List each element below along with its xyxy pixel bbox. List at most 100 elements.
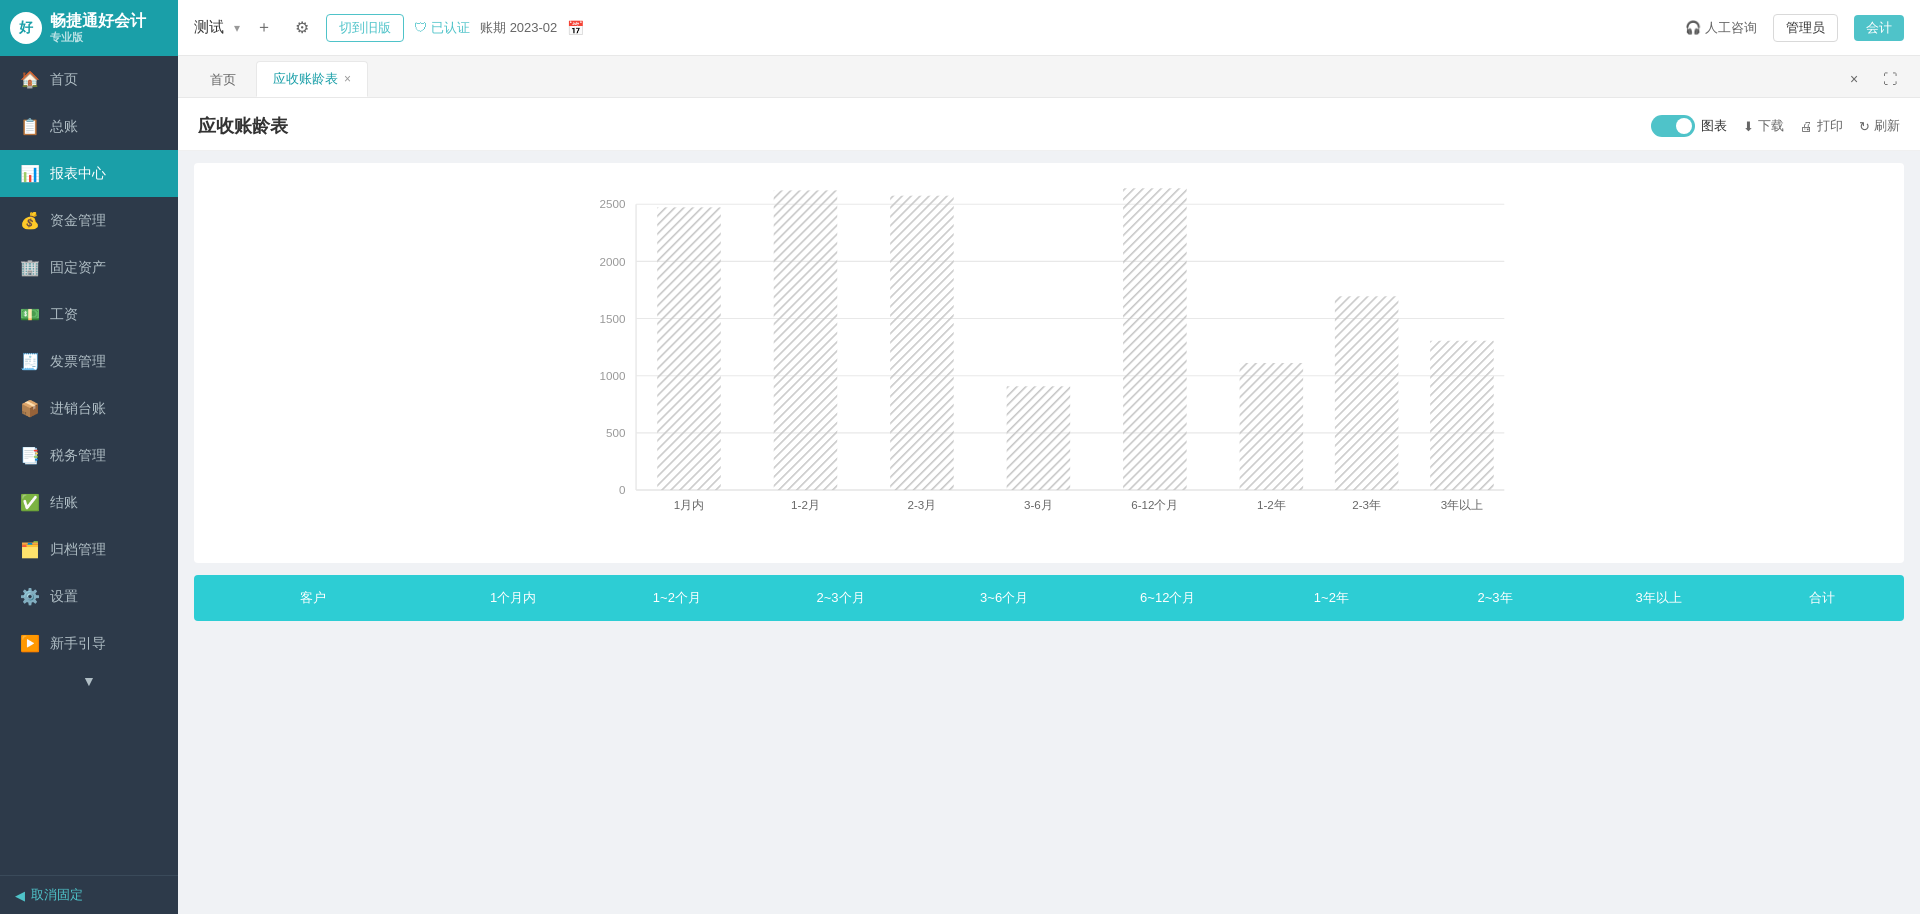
service-label: 人工咨询	[1705, 19, 1757, 37]
sidebar-icon-invoice-management: 🧾	[20, 352, 40, 371]
data-table: 客户1个月内1~2个月2~3个月3~6个月6~12个月1~2年2~3年3年以上合…	[194, 575, 1904, 621]
sidebar-icon-fixed-assets: 🏢	[20, 258, 40, 277]
sidebar-item-home[interactable]: 🏠 首页	[0, 56, 178, 103]
content-scroll: 应收账龄表 图表 ⬇ 下载 🖨 打印 ↻	[178, 98, 1920, 914]
main-area: 测试 ▾ ＋ ⚙ 切到旧版 🛡 已认证 账期 2023-02 📅 🎧 人工咨询 …	[178, 0, 1920, 914]
sidebar-icon-payroll: 💵	[20, 305, 40, 324]
bar-3-6月	[1007, 386, 1071, 490]
topbar: 测试 ▾ ＋ ⚙ 切到旧版 🛡 已认证 账期 2023-02 📅 🎧 人工咨询 …	[178, 0, 1920, 56]
switch-version-button[interactable]: 切到旧版	[326, 14, 404, 42]
print-button[interactable]: 🖨 打印	[1800, 117, 1843, 135]
table-header-0: 客户	[194, 575, 431, 621]
service-button[interactable]: 🎧 人工咨询	[1685, 19, 1757, 37]
bar-6-12月	[1123, 188, 1187, 490]
chart-wrap: 0 500 1000 1500 2000 2500	[214, 183, 1884, 543]
bar-1-2年	[1240, 363, 1304, 490]
tab-accounts-aging[interactable]: 应收账龄表 ×	[256, 61, 368, 97]
app-name: 畅捷通好会计	[50, 11, 146, 30]
sidebar-item-tax-management[interactable]: 📑 税务管理	[0, 432, 178, 479]
table-header-8: 3年以上	[1577, 575, 1741, 621]
refresh-button[interactable]: ↻ 刷新	[1859, 117, 1900, 135]
pin-icon: ◀	[15, 888, 25, 903]
certified-icon: 🛡	[414, 20, 427, 35]
settings-button[interactable]: ⚙	[288, 14, 316, 42]
sidebar-label-settlement: 结账	[50, 494, 78, 512]
refresh-icon: ↻	[1859, 119, 1870, 134]
tab-close-icon[interactable]: ×	[344, 72, 351, 86]
table-header-9: 合计	[1740, 575, 1904, 621]
svg-text:6-12个月: 6-12个月	[1131, 498, 1178, 511]
sidebar-item-invoice-management[interactable]: 🧾 发票管理	[0, 338, 178, 385]
sidebar-item-archive-management[interactable]: 🗂️ 归档管理	[0, 526, 178, 573]
sidebar-label-invoice-management: 发票管理	[50, 353, 106, 371]
chart-toggle-switch[interactable]	[1651, 115, 1695, 137]
sidebar-item-settings[interactable]: ⚙️ 设置	[0, 573, 178, 620]
tab-home[interactable]: 首页	[194, 63, 252, 97]
topbar-right: 🎧 人工咨询 管理员 会计	[1685, 14, 1904, 42]
sidebar-label-sales-ledger: 进销台账	[50, 400, 106, 418]
download-icon: ⬇	[1743, 119, 1754, 134]
sidebar-scroll-down[interactable]: ▼	[0, 667, 178, 695]
print-icon: 🖨	[1800, 119, 1813, 134]
svg-text:500: 500	[606, 426, 626, 439]
window-close-button[interactable]: ×	[1840, 65, 1868, 93]
sidebar-label-home: 首页	[50, 71, 78, 89]
table-header-4: 3~6个月	[922, 575, 1086, 621]
add-button[interactable]: ＋	[250, 14, 278, 42]
tabs-window-controls: × ⛶	[1840, 65, 1904, 97]
company-name: 测试	[194, 18, 224, 37]
svg-text:3年以上: 3年以上	[1441, 498, 1483, 511]
sidebar-icon-settings: ⚙️	[20, 587, 40, 606]
table-header-6: 1~2年	[1250, 575, 1414, 621]
tabs-bar: 首页 应收账龄表 × × ⛶	[178, 56, 1920, 98]
sidebar-item-payroll[interactable]: 💵 工资	[0, 291, 178, 338]
svg-text:1月内: 1月内	[674, 498, 704, 511]
sidebar-item-report-center[interactable]: 📊 报表中心	[0, 150, 178, 197]
headset-icon: 🎧	[1685, 20, 1701, 35]
download-button[interactable]: ⬇ 下载	[1743, 117, 1784, 135]
svg-text:0: 0	[619, 483, 626, 496]
logo-icon: 好	[10, 12, 42, 44]
sidebar-icon-settlement: ✅	[20, 493, 40, 512]
sidebar-label-report-center: 报表中心	[50, 165, 106, 183]
content-area: 应收账龄表 图表 ⬇ 下载 🖨 打印 ↻	[178, 98, 1920, 914]
sidebar-item-settlement[interactable]: ✅ 结账	[0, 479, 178, 526]
sidebar-label-beginner-guide: 新手引导	[50, 635, 106, 653]
sidebar-item-sales-ledger[interactable]: 📦 进销台账	[0, 385, 178, 432]
sidebar-label-fixed-assets: 固定资产	[50, 259, 106, 277]
tab-home-label: 首页	[210, 71, 236, 89]
company-dropdown-icon[interactable]: ▾	[234, 21, 240, 35]
sidebar-label-payroll: 工资	[50, 306, 78, 324]
calendar-icon[interactable]: 📅	[567, 20, 584, 36]
user-button[interactable]: 管理员	[1773, 14, 1838, 42]
sidebar-label-tax-management: 税务管理	[50, 447, 106, 465]
certified-badge: 🛡 已认证	[414, 19, 470, 37]
sidebar-icon-report-center: 📊	[20, 164, 40, 183]
sidebar-nav: 🏠 首页 📋 总账 📊 报表中心 💰 资金管理 🏢 固定资产 💵 工资 🧾 发票…	[0, 56, 178, 875]
sidebar-pin-button[interactable]: ◀ 取消固定	[0, 875, 178, 914]
role-button[interactable]: 会计	[1854, 15, 1904, 41]
sidebar-item-general-ledger[interactable]: 📋 总账	[0, 103, 178, 150]
sidebar-label-general-ledger: 总账	[50, 118, 78, 136]
sidebar-icon-beginner-guide: ▶️	[20, 634, 40, 653]
app-edition: 专业版	[50, 30, 146, 45]
chart-toggle-group: 图表	[1651, 115, 1727, 137]
svg-text:1000: 1000	[600, 369, 626, 382]
chart-container: 0 500 1000 1500 2000 2500	[194, 163, 1904, 563]
sidebar-item-beginner-guide[interactable]: ▶️ 新手引导	[0, 620, 178, 667]
window-expand-button[interactable]: ⛶	[1876, 65, 1904, 93]
svg-text:1-2月: 1-2月	[791, 498, 820, 511]
table-header-5: 6~12个月	[1086, 575, 1250, 621]
table-header-2: 1~2个月	[595, 575, 759, 621]
svg-text:2-3年: 2-3年	[1352, 498, 1381, 511]
page-title: 应收账龄表	[198, 114, 288, 138]
svg-text:1-2年: 1-2年	[1257, 498, 1286, 511]
sidebar-icon-sales-ledger: 📦	[20, 399, 40, 418]
sidebar-icon-fund-management: 💰	[20, 211, 40, 230]
sidebar-icon-tax-management: 📑	[20, 446, 40, 465]
sidebar-item-fund-management[interactable]: 💰 资金管理	[0, 197, 178, 244]
sidebar-item-fixed-assets[interactable]: 🏢 固定资产	[0, 244, 178, 291]
table-header-7: 2~3年	[1413, 575, 1577, 621]
chart-toggle-label: 图表	[1701, 117, 1727, 135]
bar-2-3年	[1335, 296, 1399, 490]
